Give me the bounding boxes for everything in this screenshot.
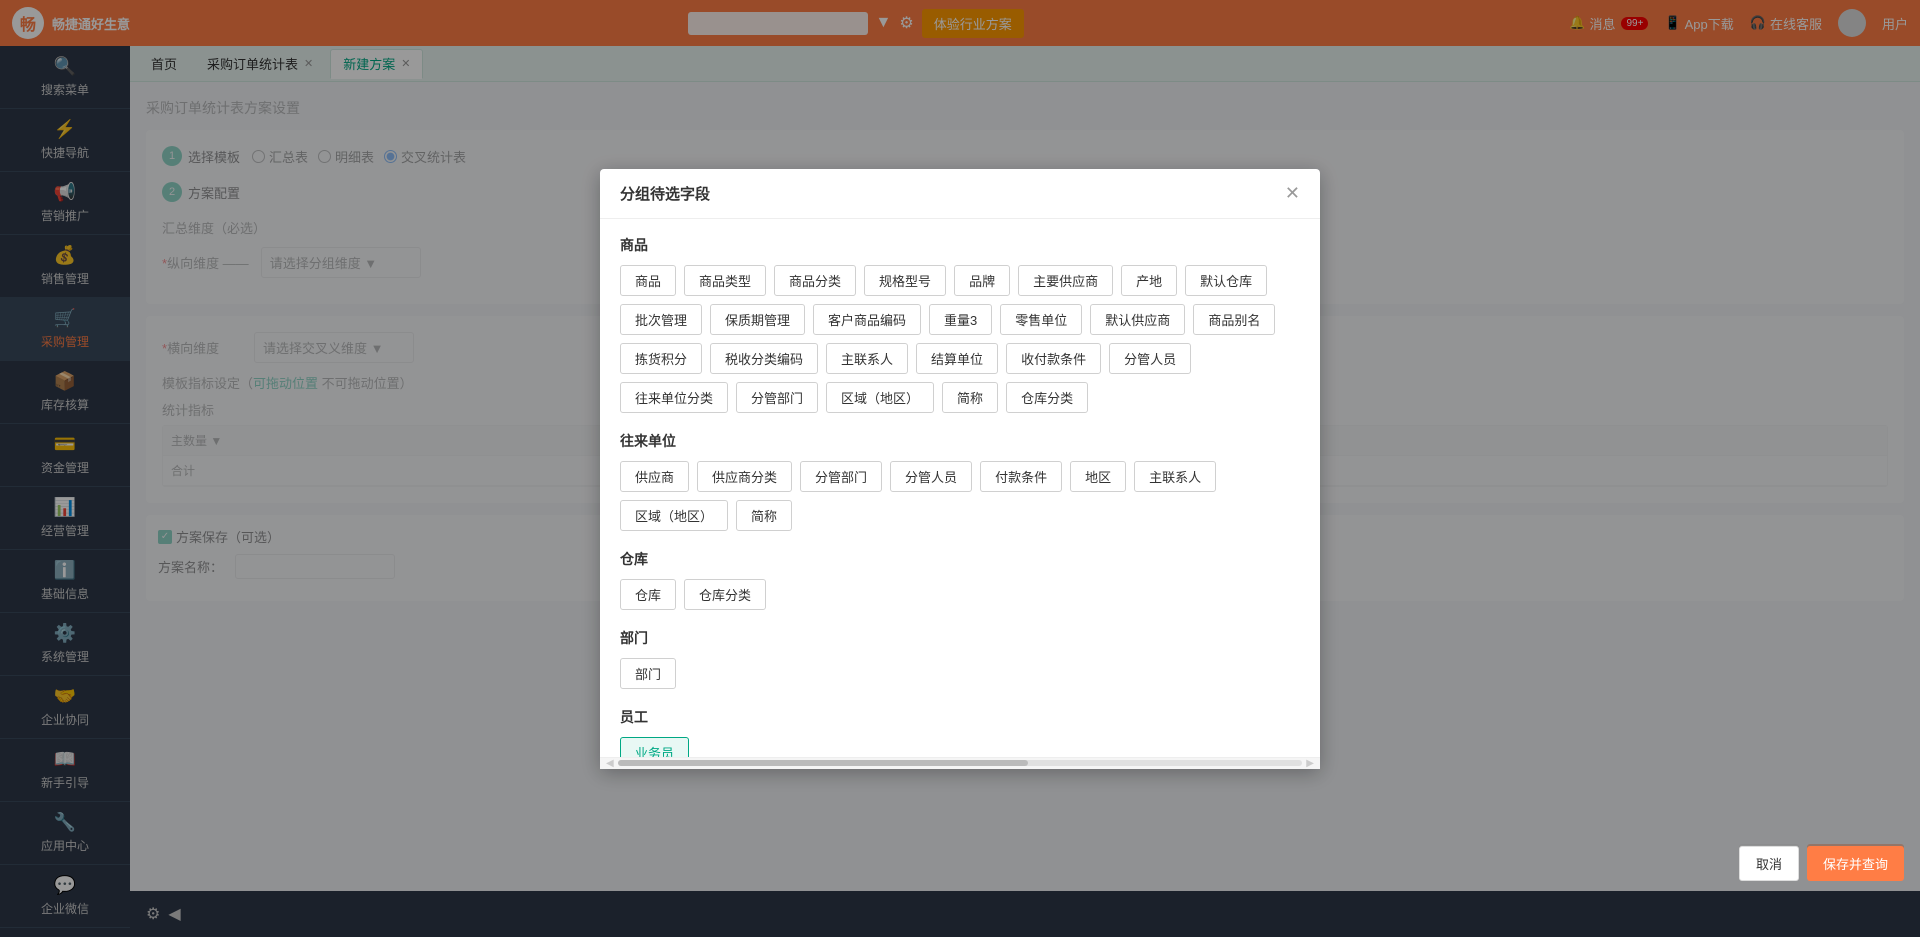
- field-tag-product-type[interactable]: 商品类型: [684, 265, 766, 296]
- field-tag-cp-contact[interactable]: 主联系人: [1134, 461, 1216, 492]
- field-tag-department[interactable]: 部门: [620, 658, 676, 689]
- field-tag-retail-unit[interactable]: 零售单位: [1000, 304, 1082, 335]
- section-department: 部门 部门: [620, 628, 1300, 689]
- section-warehouse: 仓库 仓库 仓库分类: [620, 549, 1300, 610]
- section-warehouse-title: 仓库: [620, 549, 1300, 569]
- product-fields: 商品 商品类型 商品分类 规格型号 品牌 主要供应商 产地 默认仓库 批次管理 …: [620, 265, 1300, 413]
- department-fields: 部门: [620, 658, 1300, 689]
- field-tag-pick-points[interactable]: 拣货积分: [620, 343, 702, 374]
- field-tag-warehouse[interactable]: 仓库: [620, 579, 676, 610]
- field-tag-salesperson[interactable]: 业务员: [620, 737, 689, 757]
- modal-overlay: 分组待选字段 ✕ 商品 商品 商品类型 商品分类 规格型号 品牌 主要供应商 产…: [0, 0, 1920, 937]
- field-tag-default-warehouse[interactable]: 默认仓库: [1185, 265, 1267, 296]
- section-product: 商品 商品 商品类型 商品分类 规格型号 品牌 主要供应商 产地 默认仓库 批次…: [620, 235, 1300, 413]
- section-department-title: 部门: [620, 628, 1300, 648]
- field-tag-default-supplier[interactable]: 默认供应商: [1090, 304, 1185, 335]
- field-tag-customer-code[interactable]: 客户商品编码: [813, 304, 921, 335]
- hscroll-left[interactable]: ◀: [606, 758, 614, 769]
- field-tag-supplier[interactable]: 供应商: [620, 461, 689, 492]
- modal-dialog: 分组待选字段 ✕ 商品 商品 商品类型 商品分类 规格型号 品牌 主要供应商 产…: [600, 169, 1320, 769]
- field-tag-payment-cond[interactable]: 付款条件: [980, 461, 1062, 492]
- field-tag-settle-unit[interactable]: 结算单位: [916, 343, 998, 374]
- modal-title: 分组待选字段: [620, 183, 710, 204]
- field-tag-cp-short-name[interactable]: 简称: [736, 500, 792, 531]
- field-tag-cp-region[interactable]: 区域（地区）: [620, 500, 728, 531]
- section-product-title: 商品: [620, 235, 1300, 255]
- field-tag-main-contact[interactable]: 主联系人: [826, 343, 908, 374]
- field-tag-cp-supervisor[interactable]: 分管人员: [890, 461, 972, 492]
- section-employee: 员工 业务员: [620, 707, 1300, 757]
- field-tag-payment-terms[interactable]: 收付款条件: [1006, 343, 1101, 374]
- section-counterpart: 往来单位 供应商 供应商分类 分管部门 分管人员 付款条件 地区 主联系人 区域…: [620, 431, 1300, 531]
- save-query-button[interactable]: 保存并查询: [1807, 846, 1904, 881]
- field-tag-tax-code[interactable]: 税收分类编码: [710, 343, 818, 374]
- modal-header: 分组待选字段 ✕: [600, 169, 1320, 219]
- field-tag-main-supplier[interactable]: 主要供应商: [1018, 265, 1113, 296]
- modal-close-button[interactable]: ✕: [1285, 183, 1300, 204]
- field-tag-spec-model[interactable]: 规格型号: [864, 265, 946, 296]
- field-tag-area[interactable]: 地区: [1070, 461, 1126, 492]
- field-tag-brand[interactable]: 品牌: [954, 265, 1010, 296]
- field-tag-quality[interactable]: 保质期管理: [710, 304, 805, 335]
- hscroll-right[interactable]: ▶: [1306, 758, 1314, 769]
- section-employee-title: 员工: [620, 707, 1300, 727]
- field-tag-weight[interactable]: 重量3: [929, 304, 992, 335]
- field-tag-region[interactable]: 区域（地区）: [826, 382, 934, 413]
- hscrollbar[interactable]: [618, 760, 1303, 766]
- field-tag-warehouse-cat[interactable]: 仓库分类: [684, 579, 766, 610]
- field-tag-warehouse-category[interactable]: 仓库分类: [1006, 382, 1088, 413]
- cancel-button[interactable]: 取消: [1739, 846, 1799, 881]
- field-tag-product[interactable]: 商品: [620, 265, 676, 296]
- field-tag-alias[interactable]: 商品别名: [1193, 304, 1275, 335]
- employee-fields: 业务员: [620, 737, 1300, 757]
- field-tag-dept[interactable]: 分管部门: [736, 382, 818, 413]
- modal-footer-actions: 取消 保存并查询: [1739, 836, 1904, 891]
- field-tag-short-name[interactable]: 简称: [942, 382, 998, 413]
- field-tag-counterpart-category[interactable]: 往来单位分类: [620, 382, 728, 413]
- field-tag-cp-dept[interactable]: 分管部门: [800, 461, 882, 492]
- warehouse-fields: 仓库 仓库分类: [620, 579, 1300, 610]
- field-tag-product-category[interactable]: 商品分类: [774, 265, 856, 296]
- modal-body: 商品 商品 商品类型 商品分类 规格型号 品牌 主要供应商 产地 默认仓库 批次…: [600, 219, 1320, 757]
- section-counterpart-title: 往来单位: [620, 431, 1300, 451]
- field-tag-batch[interactable]: 批次管理: [620, 304, 702, 335]
- field-tag-supplier-category[interactable]: 供应商分类: [697, 461, 792, 492]
- field-tag-origin[interactable]: 产地: [1121, 265, 1177, 296]
- counterpart-fields: 供应商 供应商分类 分管部门 分管人员 付款条件 地区 主联系人 区域（地区） …: [620, 461, 1300, 531]
- field-tag-supervisor[interactable]: 分管人员: [1109, 343, 1191, 374]
